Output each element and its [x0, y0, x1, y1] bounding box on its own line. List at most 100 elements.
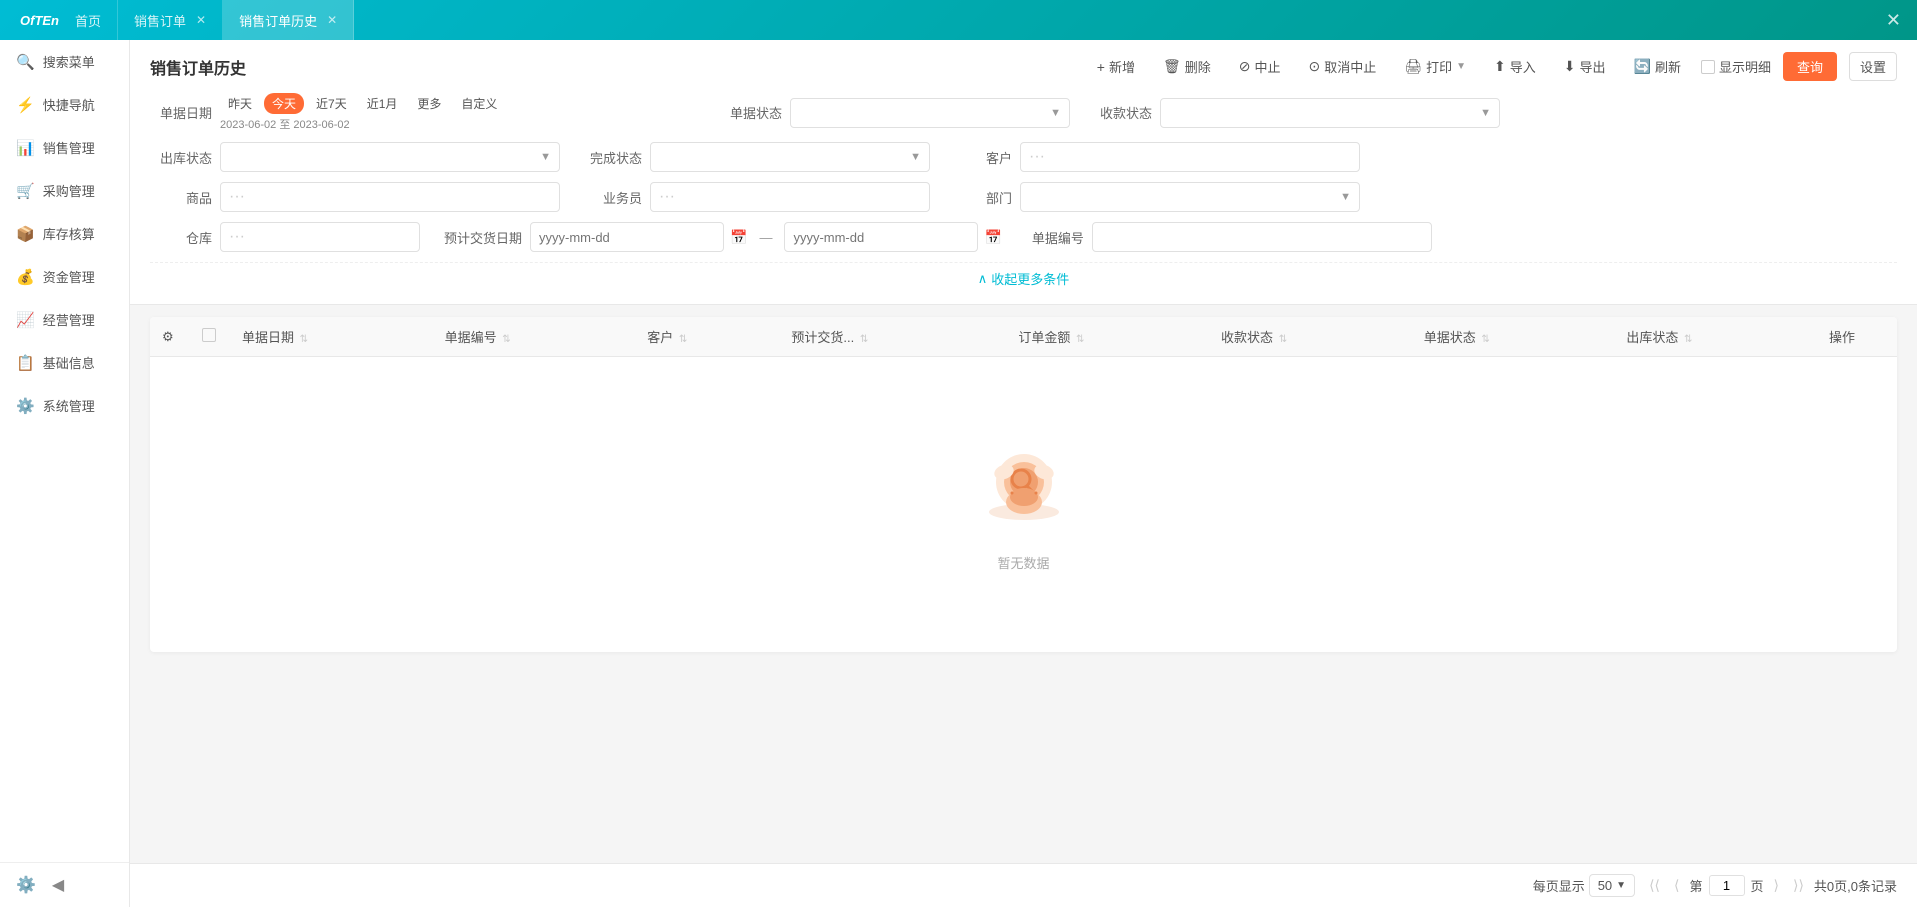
add-button[interactable]: + 新增: [1089, 53, 1143, 80]
delete-button[interactable]: 🗑 删除: [1155, 53, 1219, 80]
quicknav-icon: ⚡: [16, 96, 35, 114]
sidebar: 🔍 搜索菜单 ⚡ 快捷导航 📊 销售管理 🛒 采购管理 📦 库存核算 💰 资金管…: [0, 40, 130, 907]
expected-date-start[interactable]: [530, 222, 724, 252]
customer-select[interactable]: ···: [1020, 142, 1360, 172]
tab-sales-order-close[interactable]: ✕: [196, 13, 206, 27]
th-expected-delivery[interactable]: 预计交货... ⇅: [779, 317, 1006, 357]
collapse-more[interactable]: ∧ 收起更多条件: [150, 262, 1897, 294]
settings-bottom-icon[interactable]: ⚙️: [16, 875, 36, 895]
sidebar-item-system[interactable]: ⚙️ 系统管理: [0, 384, 129, 427]
table-area: ⚙ 单据日期 ⇅ 单据编号 ⇅: [130, 305, 1917, 863]
date-tag-more[interactable]: 更多: [409, 93, 449, 114]
next-page-button[interactable]: ⟩: [1770, 875, 1783, 896]
page-size-arrow: ▼: [1616, 880, 1626, 891]
sidebar-item-sales[interactable]: 📊 销售管理: [0, 126, 129, 169]
sidebar-item-finance[interactable]: 💰 资金管理: [0, 255, 129, 298]
warehouse-select[interactable]: ···: [220, 222, 420, 252]
delete-icon: 🗑: [1163, 58, 1181, 75]
cancel-stop-button[interactable]: ⊙ 取消中止: [1301, 53, 1385, 80]
refresh-button[interactable]: 🔄 刷新: [1626, 53, 1689, 80]
sales-icon: 📊: [16, 139, 35, 157]
print-arrow: ▼: [1456, 61, 1466, 72]
empty-state: 暂无数据: [150, 357, 1897, 652]
expected-date-end[interactable]: [784, 222, 978, 252]
checkbox-icon: [1701, 60, 1715, 74]
sidebar-item-quicknav[interactable]: ⚡ 快捷导航: [0, 83, 129, 126]
tab-home[interactable]: 首页: [59, 0, 118, 40]
goods-dots: ···: [229, 188, 245, 206]
settings-button[interactable]: 设置: [1849, 52, 1897, 81]
sidebar-item-basic-info[interactable]: 📋 基础信息: [0, 341, 129, 384]
date-tag-7days[interactable]: 近7天: [308, 93, 355, 114]
sidebar-item-purchase[interactable]: 🛒 采购管理: [0, 169, 129, 212]
salesman-dots: ···: [659, 188, 675, 206]
tab-sales-order-history[interactable]: 销售订单历史 ✕: [223, 0, 354, 40]
payment-status-select[interactable]: ▼: [1160, 98, 1500, 128]
calendar-end-icon[interactable]: 📅: [984, 229, 1001, 246]
cancel-stop-icon: ⊙: [1309, 58, 1321, 75]
first-page-button[interactable]: ⟨⟨: [1645, 875, 1664, 896]
page-size-select-box[interactable]: 50 ▼: [1589, 874, 1635, 897]
last-page-button[interactable]: ⟩⟩: [1789, 875, 1808, 896]
date-tag-1month[interactable]: 近1月: [359, 93, 406, 114]
sidebar-item-inventory[interactable]: 📦 库存核算: [0, 212, 129, 255]
prev-page-button[interactable]: ⟨: [1670, 875, 1683, 896]
th-settings[interactable]: ⚙: [150, 317, 190, 357]
goods-select[interactable]: ···: [220, 182, 560, 212]
collapse-sidebar-icon[interactable]: ◀: [52, 875, 64, 895]
filter-row-3: 商品 ··· 业务员 ··· 部门 ▼: [150, 182, 1897, 212]
operations-icon: 📈: [16, 311, 35, 329]
main-layout: 🔍 搜索菜单 ⚡ 快捷导航 📊 销售管理 🛒 采购管理 📦 库存核算 💰 资金管…: [0, 40, 1917, 907]
page-title-row: 销售订单历史 + 新增 🗑 删除 ⊘ 中止 ⊙: [150, 52, 1897, 81]
th-bill-status[interactable]: 单据状态 ⇅: [1412, 317, 1615, 357]
import-button[interactable]: ⬆ 导入: [1486, 53, 1544, 80]
sidebar-item-operations[interactable]: 📈 经营管理: [0, 298, 129, 341]
print-icon: 🖨: [1404, 58, 1422, 75]
select-all-checkbox[interactable]: [202, 328, 216, 342]
th-bill-date[interactable]: 单据日期 ⇅: [230, 317, 433, 357]
tab-sales-order-history-close[interactable]: ✕: [327, 13, 337, 27]
complete-status-select[interactable]: ▼: [650, 142, 930, 172]
tab-sales-order[interactable]: 销售订单 ✕: [118, 0, 223, 40]
sort-icon-payment: ⇅: [1279, 334, 1287, 345]
sidebar-item-search[interactable]: 🔍 搜索菜单: [0, 40, 129, 83]
bill-no-input[interactable]: [1092, 222, 1432, 252]
customer-dots: ···: [1029, 148, 1045, 166]
empty-illustration: [974, 437, 1074, 537]
query-button[interactable]: 查询: [1783, 52, 1837, 81]
expected-date-range: 📅 — 📅: [530, 222, 1002, 252]
table-settings-icon[interactable]: ⚙: [162, 329, 174, 344]
footer-bar: 每页显示 50 ▼ ⟨⟨ ⟨ 第 页 ⟩ ⟩⟩ 共0页,0条记录: [130, 863, 1917, 907]
date-tag-yesterday[interactable]: 昨天: [220, 93, 260, 114]
current-page-input[interactable]: [1709, 875, 1745, 896]
content-area: 销售订单历史 + 新增 🗑 删除 ⊘ 中止 ⊙: [130, 40, 1917, 907]
show-details-checkbox[interactable]: 显示明细: [1701, 57, 1771, 76]
page-size-label: 每页显示: [1533, 876, 1585, 895]
window-close-button[interactable]: ✕: [1882, 6, 1905, 35]
th-order-amount[interactable]: 订单金额 ⇅: [1006, 317, 1209, 357]
table-body: 暂无数据: [150, 357, 1897, 653]
table-header: ⚙ 单据日期 ⇅ 单据编号 ⇅: [150, 317, 1897, 357]
th-checkbox[interactable]: [190, 317, 230, 357]
out-status-select[interactable]: ▼: [220, 142, 560, 172]
stop-button[interactable]: ⊘ 中止: [1231, 53, 1289, 80]
export-icon: ⬇: [1564, 58, 1576, 75]
calendar-start-icon[interactable]: 📅: [730, 229, 747, 246]
salesman-select[interactable]: ···: [650, 182, 930, 212]
th-bill-no[interactable]: 单据编号 ⇅: [433, 317, 636, 357]
print-button[interactable]: 🖨 打印 ▼: [1396, 53, 1474, 80]
date-tag-custom[interactable]: 自定义: [453, 93, 505, 114]
th-payment-status[interactable]: 收款状态 ⇅: [1209, 317, 1412, 357]
bill-status-select[interactable]: ▼: [790, 98, 1070, 128]
dept-select[interactable]: ▼: [1020, 182, 1360, 212]
sort-icon-date: ⇅: [300, 334, 308, 345]
customer-label: 客户: [950, 148, 1020, 167]
th-customer[interactable]: 客户 ⇅: [635, 317, 779, 357]
payment-status-label: 收款状态: [1090, 103, 1160, 122]
total-records: 共0页,0条记录: [1814, 876, 1897, 895]
out-status-label: 出库状态: [150, 148, 220, 167]
th-out-status[interactable]: 出库状态 ⇅: [1614, 317, 1817, 357]
export-button[interactable]: ⬇ 导出: [1556, 53, 1614, 80]
date-tag-today[interactable]: 今天: [264, 93, 304, 114]
complete-status-arrow: ▼: [910, 151, 921, 163]
